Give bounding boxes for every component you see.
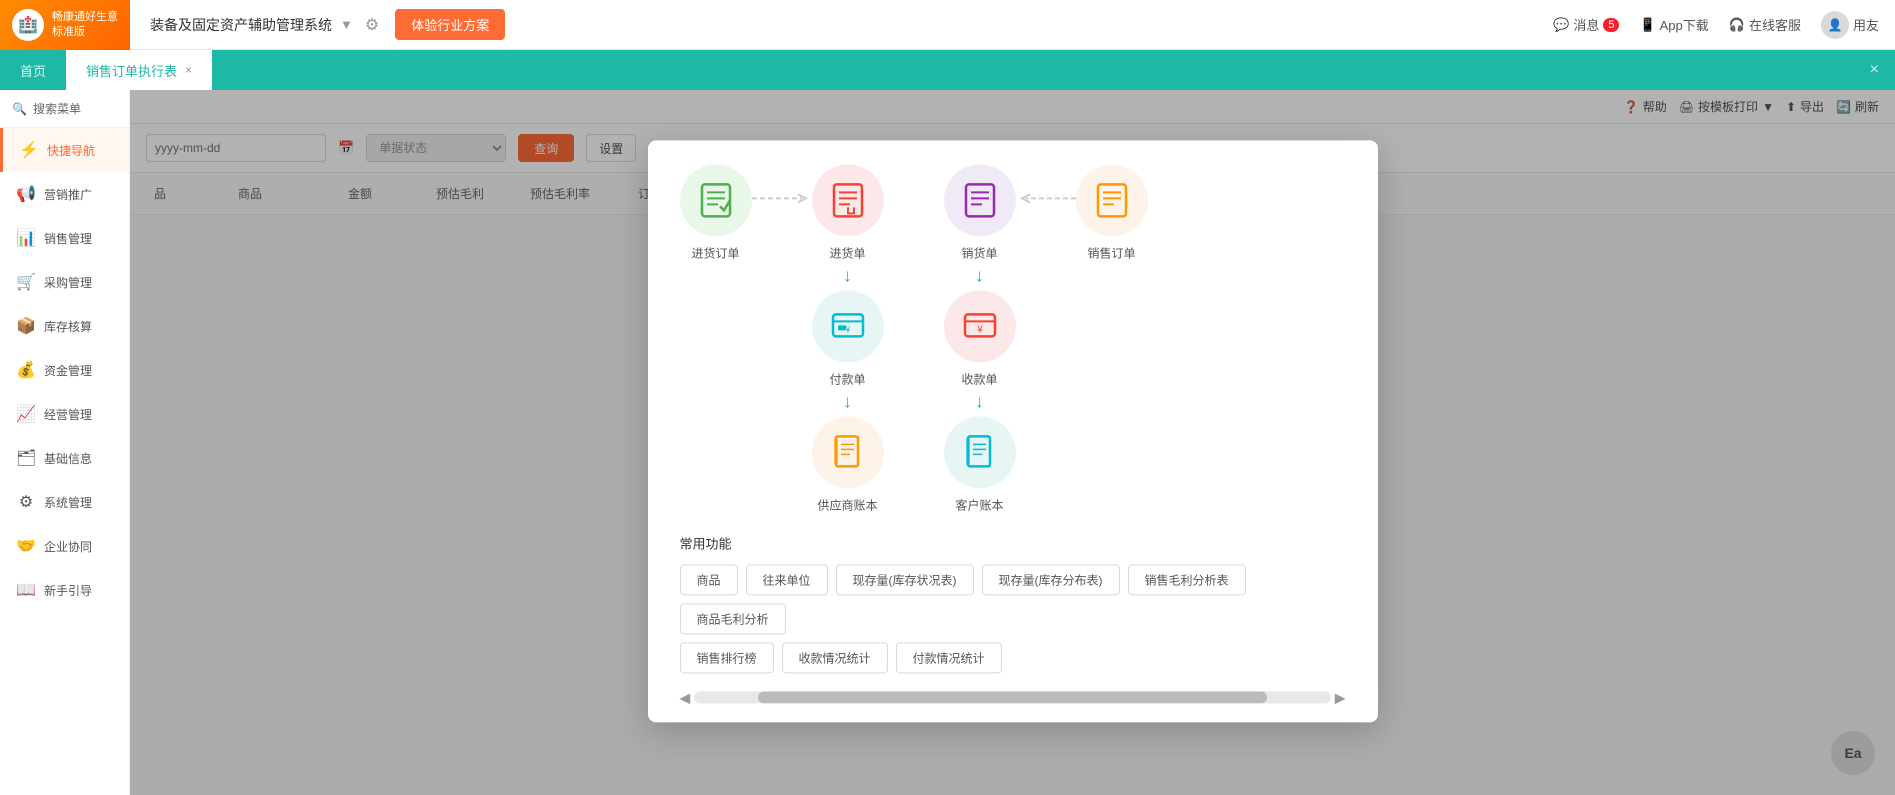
cf-btn-payment-stats[interactable]: 付款情况统计	[896, 642, 1002, 673]
system-title: 装备及固定资产辅助管理系统	[150, 15, 332, 35]
tab-bar: 首页 销售订单执行表 × ×	[0, 50, 1895, 90]
sales-order-node[interactable]	[1076, 164, 1148, 236]
logo-area: 🏥 畅康通好生意 标准版	[0, 0, 130, 50]
arrow-purchase-order-to-bill	[752, 164, 812, 204]
arrow-sales-order-to-bill	[1016, 164, 1076, 204]
svg-text:¥: ¥	[976, 324, 983, 335]
sales-icon: 📊	[16, 228, 36, 248]
inventory-icon: 📦	[16, 316, 36, 336]
sidebar-item-business[interactable]: 📈 经营管理	[0, 392, 129, 436]
wf-col-purchase-bill: 进货单 ↓ ¥ 付款单 ↓ 供应商账本	[812, 164, 884, 513]
online-service-button[interactable]: 🎧 在线客服	[1729, 15, 1801, 34]
message-badge: 5	[1603, 18, 1619, 32]
sidebar-item-finance[interactable]: 💰 资金管理	[0, 348, 129, 392]
scroll-left-icon[interactable]: ◀	[680, 689, 691, 706]
user-menu[interactable]: 👤 用友	[1821, 11, 1879, 39]
svg-text:¥: ¥	[844, 325, 850, 334]
header-right: 💬 消息 5 📱 App下载 🎧 在线客服 👤 用友	[1553, 11, 1879, 39]
scroll-track[interactable]	[694, 691, 1330, 703]
common-functions-title: 常用功能	[680, 533, 1346, 552]
payment-bill-label: 付款单	[829, 370, 865, 387]
sidebar-item-sales[interactable]: 📊 销售管理	[0, 216, 129, 260]
cf-btn-inventory-status[interactable]: 现存量(库存状况表)	[836, 564, 974, 595]
wf-col-sales-bill: 销货单 ↓ ¥ 收款单 ↓ 客户账本	[944, 164, 1016, 513]
scroll-area: ◀ ▶	[680, 689, 1346, 706]
quick-nav-icon: ⚡	[19, 140, 39, 160]
sidebar-item-enterprise[interactable]: 🤝 企业协同	[0, 524, 129, 568]
workflow-diagram: 进货订单 进货单 ↓ ¥	[680, 164, 1346, 513]
system-icon: ⚙	[16, 492, 36, 512]
tab-home[interactable]: 首页	[0, 50, 66, 90]
main-layout: 🔍 搜索菜单 ⚡ 快捷导航 📢 营销推广 📊 销售管理 🛒 采购管理 📦 库存核…	[0, 90, 1895, 795]
app-icon: 📱	[1639, 17, 1655, 33]
sales-order-label: 销售订单	[1087, 244, 1135, 261]
cf-btn-inventory-dist[interactable]: 现存量(库存分布表)	[982, 564, 1120, 595]
sidebar-item-purchase[interactable]: 🛒 采购管理	[0, 260, 129, 304]
sidebar-item-newbie[interactable]: 📖 新手引导	[0, 568, 129, 612]
logo-text: 畅康通好生意 标准版	[52, 10, 118, 39]
cf-btn-receipt-stats[interactable]: 收款情况统计	[782, 642, 888, 673]
receipt-bill-node[interactable]: ¥	[944, 290, 1016, 362]
cf-buttons-row2: 销售排行榜 收款情况统计 付款情况统计	[680, 642, 1346, 673]
tab-close-icon[interactable]: ×	[185, 63, 192, 77]
workflow-popup: 进货订单 进货单 ↓ ¥	[648, 140, 1378, 722]
sales-bill-label: 销货单	[961, 244, 997, 261]
sidebar-item-quick-nav[interactable]: ⚡ 快捷导航	[0, 128, 129, 172]
sidebar-item-basic-info[interactable]: 🗂 基础信息	[0, 436, 129, 480]
newbie-icon: 📖	[16, 580, 36, 600]
service-icon: 🎧	[1729, 17, 1745, 33]
purchase-order-label: 进货订单	[691, 244, 739, 261]
sidebar-item-system[interactable]: ⚙ 系统管理	[0, 480, 129, 524]
basic-info-icon: 🗂	[16, 448, 36, 468]
cf-btn-counterparty[interactable]: 往来单位	[746, 564, 828, 595]
customer-ledger-label: 客户账本	[955, 496, 1003, 513]
payment-bill-node[interactable]: ¥	[812, 290, 884, 362]
scroll-right-icon[interactable]: ▶	[1335, 689, 1346, 706]
common-functions: 常用功能 商品 往来单位 现存量(库存状况表) 现存量(库存分布表) 销售毛利分…	[680, 533, 1346, 673]
sidebar-item-inventory[interactable]: 📦 库存核算	[0, 304, 129, 348]
cf-buttons-row1: 商品 往来单位 现存量(库存状况表) 现存量(库存分布表) 销售毛利分析表 商品…	[680, 564, 1346, 634]
message-icon: 💬	[1553, 17, 1569, 33]
finance-icon: 💰	[16, 360, 36, 380]
cf-btn-sales-profit[interactable]: 销售毛利分析表	[1128, 564, 1246, 595]
arrow-down-receipt: ↓	[975, 391, 984, 412]
search-icon: 🔍	[12, 102, 27, 116]
dropdown-icon[interactable]: ▼	[340, 17, 353, 32]
avatar: 👤	[1821, 11, 1849, 39]
purchase-order-node[interactable]	[680, 164, 752, 236]
scroll-thumb	[758, 691, 1267, 703]
logo-icon: 🏥	[12, 9, 44, 41]
wf-col-purchase-order: 进货订单	[680, 164, 752, 261]
sidebar-search[interactable]: 🔍 搜索菜单	[0, 90, 129, 128]
app-download-button[interactable]: 📱 App下载	[1639, 15, 1708, 34]
sidebar-item-marketing[interactable]: 📢 营销推广	[0, 172, 129, 216]
marketing-icon: 📢	[16, 184, 36, 204]
tab-bar-close-icon[interactable]: ×	[1870, 61, 1879, 79]
purchase-bill-label: 进货单	[829, 244, 865, 261]
sidebar: 🔍 搜索菜单 ⚡ 快捷导航 📢 营销推广 📊 销售管理 🛒 采购管理 📦 库存核…	[0, 90, 130, 795]
customer-ledger-node[interactable]	[944, 416, 1016, 488]
wf-col-sales-order: 销售订单	[1076, 164, 1148, 261]
arrow-down-sales: ↓	[975, 265, 984, 286]
receipt-bill-label: 收款单	[961, 370, 997, 387]
arrow-down-payment: ↓	[843, 391, 852, 412]
content-area: ❓ 帮助 🖨 按模板打印 ▼ ⬆ 导出 🔄 刷新 📅 单据状态	[130, 90, 1895, 795]
supplier-ledger-node[interactable]	[812, 416, 884, 488]
message-button[interactable]: 💬 消息 5	[1553, 15, 1619, 34]
cf-btn-product[interactable]: 商品	[680, 564, 738, 595]
supplier-ledger-label: 供应商账本	[817, 496, 877, 513]
cf-btn-sales-ranking[interactable]: 销售排行榜	[680, 642, 774, 673]
purchase-bill-node[interactable]	[812, 164, 884, 236]
trial-button[interactable]: 体验行业方案	[395, 9, 505, 40]
business-icon: 📈	[16, 404, 36, 424]
purchase-icon: 🛒	[16, 272, 36, 292]
sales-bill-node[interactable]	[944, 164, 1016, 236]
enterprise-icon: 🤝	[16, 536, 36, 556]
top-header: 🏥 畅康通好生意 标准版 装备及固定资产辅助管理系统 ▼ ⚙ 体验行业方案 💬 …	[0, 0, 1895, 50]
arrow-down-purchase: ↓	[843, 265, 852, 286]
tab-sales-order-exec[interactable]: 销售订单执行表 ×	[66, 50, 212, 90]
cf-btn-product-profit[interactable]: 商品毛利分析	[680, 603, 786, 634]
gear-icon[interactable]: ⚙	[365, 15, 379, 35]
